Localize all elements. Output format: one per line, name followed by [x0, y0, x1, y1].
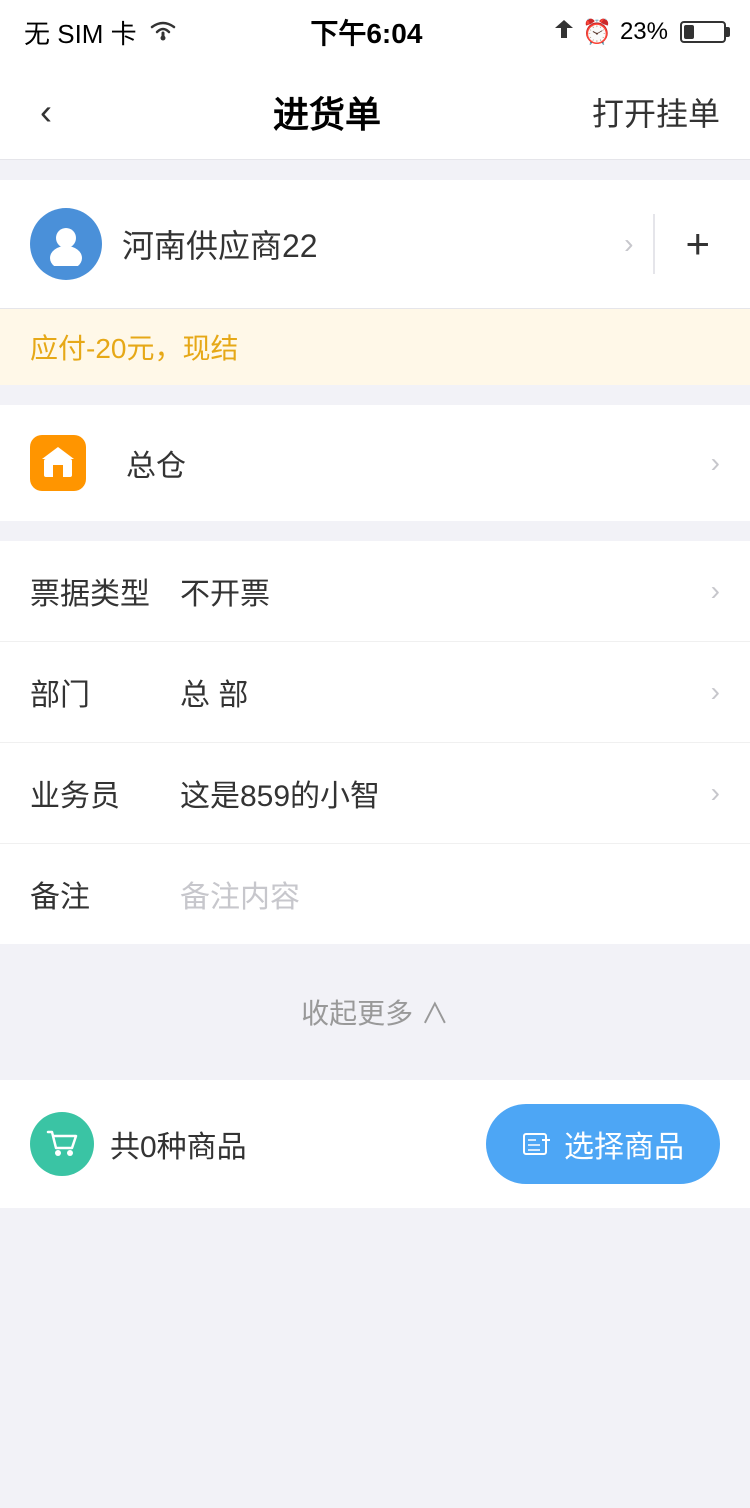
battery-percent: 23%: [620, 18, 668, 46]
collapse-row[interactable]: 收起更多 ∧: [0, 964, 750, 1060]
section-gap-top: [0, 160, 750, 180]
invoice-type-label: 票据类型: [30, 569, 150, 613]
warehouse-section: 总仓 ›: [0, 405, 750, 521]
department-label: 部门: [30, 670, 150, 714]
battery-icon: [680, 21, 726, 43]
page-title: 进货单: [273, 86, 381, 138]
gray-area-bottom: [0, 1208, 750, 1508]
supplier-avatar: [30, 208, 102, 280]
supplier-name[interactable]: 河南供应商22: [122, 221, 614, 267]
add-supplier-button[interactable]: +: [675, 220, 720, 268]
product-count-area: 共0种商品: [30, 1112, 247, 1176]
invoice-type-chevron-icon: ›: [711, 575, 720, 607]
wifi-icon: [147, 17, 179, 48]
alarm-icon: ⏰: [582, 18, 612, 47]
invoice-type-value: 不开票: [150, 569, 701, 613]
select-product-button[interactable]: 选择商品: [486, 1104, 720, 1184]
form-section: 票据类型 不开票 › 部门 总 部 › 业务员 这是859的小智 › 备注 备注…: [0, 541, 750, 944]
remark-input[interactable]: 备注内容: [150, 872, 720, 916]
remark-label: 备注: [30, 872, 150, 916]
bottom-bar: 共0种商品 选择商品: [0, 1080, 750, 1208]
location-icon: [554, 18, 574, 46]
salesperson-label: 业务员: [30, 771, 150, 815]
department-value: 总 部: [150, 670, 701, 714]
back-button[interactable]: ‹: [30, 81, 62, 143]
warehouse-name: 总仓: [106, 441, 701, 485]
collapse-label: 收起更多 ∧: [301, 998, 449, 1029]
warehouse-row[interactable]: 总仓 ›: [0, 405, 750, 521]
supplier-chevron-icon: ›: [624, 228, 633, 260]
cart-icon-circle: [30, 1112, 94, 1176]
select-product-label: 选择商品: [564, 1122, 684, 1166]
supplier-section: 河南供应商22 › +: [0, 180, 750, 309]
status-bar: 无 SIM 卡 下午6:04 ⏰ 23%: [0, 0, 750, 64]
status-right: ⏰ 23%: [554, 18, 726, 47]
remark-row[interactable]: 备注 备注内容: [0, 844, 750, 944]
warehouse-icon-circle: [30, 435, 86, 491]
salesperson-row[interactable]: 业务员 这是859的小智 ›: [0, 743, 750, 844]
product-count-text: 共0种商品: [110, 1122, 247, 1166]
salesperson-value: 这是859的小智: [150, 771, 701, 815]
status-time: 下午6:04: [310, 12, 422, 52]
notice-bar: 应付-20元，现结: [0, 309, 750, 385]
department-chevron-icon: ›: [711, 676, 720, 708]
status-left: 无 SIM 卡: [24, 14, 179, 51]
salesperson-chevron-icon: ›: [711, 777, 720, 809]
department-row[interactable]: 部门 总 部 ›: [0, 642, 750, 743]
nav-bar: ‹ 进货单 打开挂单: [0, 64, 750, 160]
invoice-type-row[interactable]: 票据类型 不开票 ›: [0, 541, 750, 642]
notice-text: 应付-20元，现结: [30, 333, 238, 364]
sim-status: 无 SIM 卡: [24, 14, 137, 51]
warehouse-chevron-icon: ›: [711, 447, 720, 479]
open-pending-button[interactable]: 打开挂单: [592, 89, 720, 135]
supplier-divider: [653, 214, 655, 274]
